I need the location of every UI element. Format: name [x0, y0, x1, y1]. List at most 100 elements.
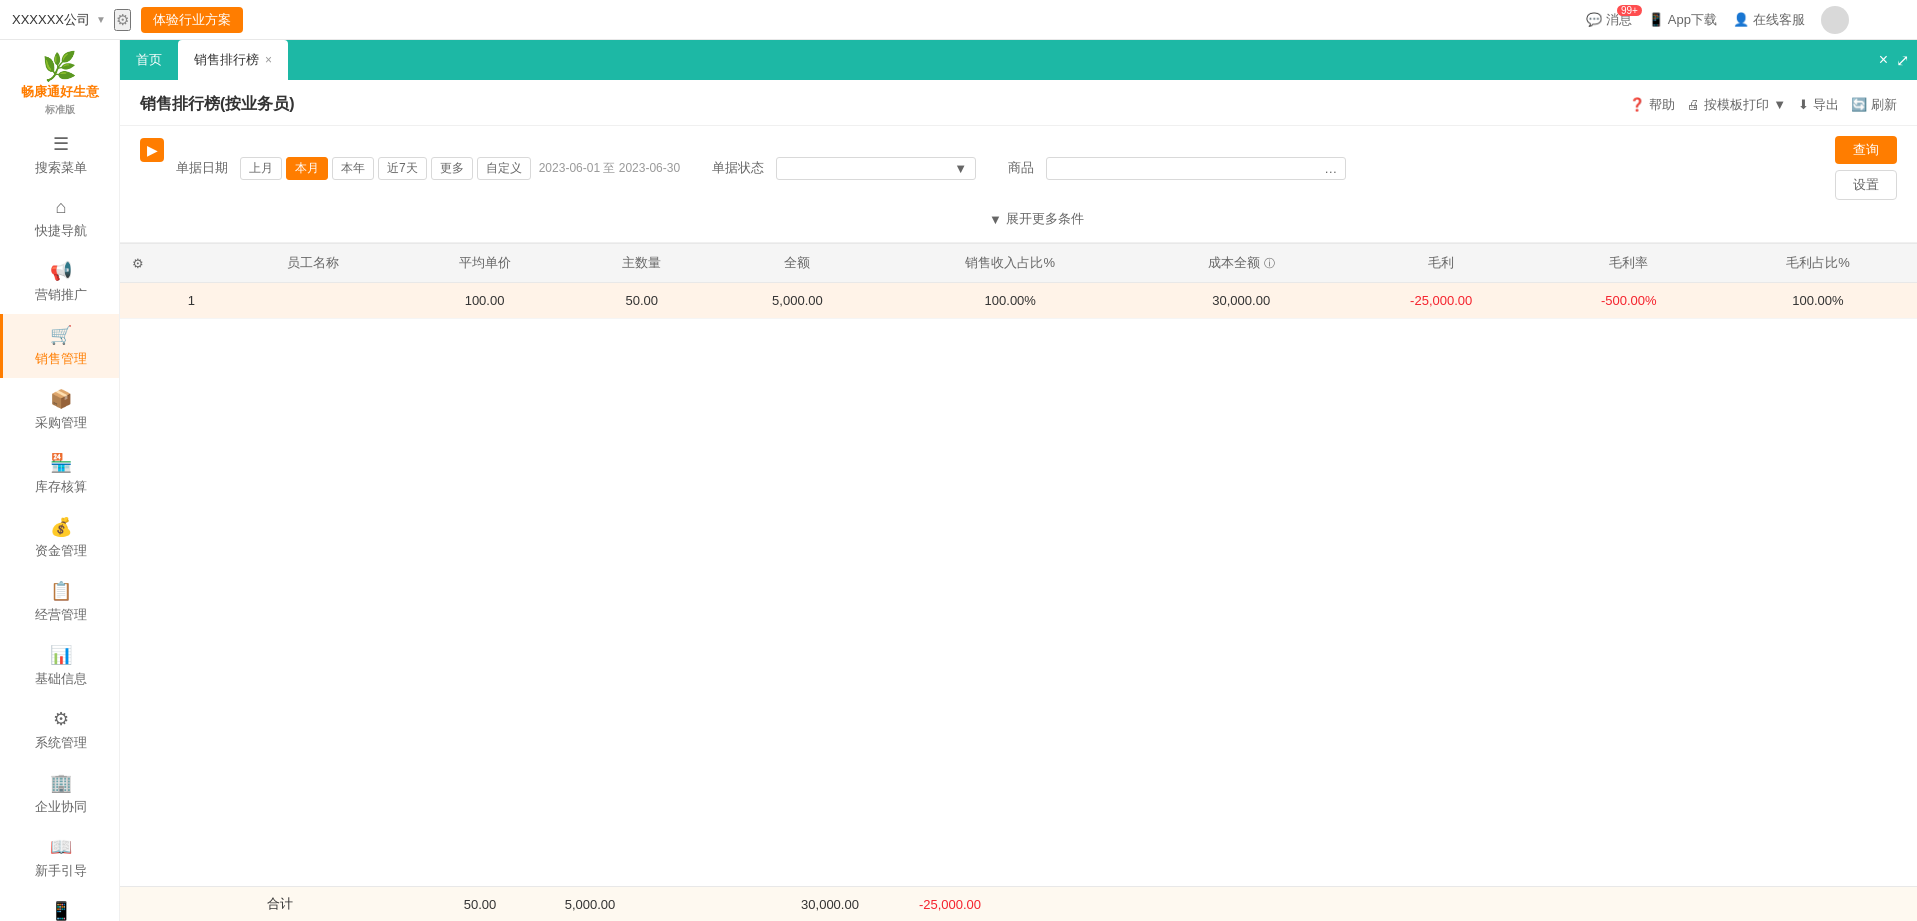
query-btn[interactable]: 查询 [1835, 136, 1897, 164]
print-label: 按模板打印 [1704, 96, 1769, 114]
tab-close-icon[interactable]: × [265, 53, 272, 67]
refresh-btn[interactable]: 🔄 刷新 [1851, 96, 1897, 114]
app-icon: 📱 [1648, 12, 1664, 27]
tab-home[interactable]: 首页 [120, 40, 178, 80]
sidebar-guide-label: 新手引导 [35, 862, 87, 880]
print-icon: 🖨 [1687, 97, 1700, 112]
page-header: 销售排行榜(按业务员) ❓ 帮助 🖨 按模板打印 ▼ ⬇ 导出 🔄 刷新 [120, 80, 1917, 126]
this-month-btn[interactable]: 本月 [286, 157, 328, 180]
shortcut-icon: ⌂ [56, 197, 67, 218]
company-name: XXXXXX公司 [12, 11, 90, 29]
sidebar-item-marketing[interactable]: 📢 营销推广 [0, 250, 119, 314]
col-settings-header[interactable]: ⚙ [120, 244, 156, 283]
sidebar-item-purchase[interactable]: 📦 采购管理 [0, 378, 119, 442]
tab-bar: 首页 销售排行榜 × × ⤢ [120, 40, 1917, 80]
window-expand-btn[interactable]: ⤢ [1896, 51, 1909, 70]
sidebar-marketing-label: 营销推广 [35, 286, 87, 304]
export-icon: ⬇ [1798, 97, 1809, 112]
sidebar-item-inventory[interactable]: 🏪 库存核算 [0, 442, 119, 506]
tab-sales-ranking-label: 销售排行榜 [194, 51, 259, 69]
row-settings-cell [120, 283, 156, 319]
row-avg-price-cell: 100.00 [399, 283, 571, 319]
recent7-btn[interactable]: 近7天 [378, 157, 427, 180]
sidebar-item-guide[interactable]: 📖 新手引导 [0, 826, 119, 890]
service-label: 在线客服 [1753, 11, 1805, 29]
row-profit-cell: -25,000.00 [1344, 283, 1539, 319]
row-rank-cell: 1 [156, 283, 227, 319]
last-month-btn[interactable]: 上月 [240, 157, 282, 180]
window-close-btn[interactable]: × [1879, 51, 1888, 69]
expand-down-icon: ▼ [989, 212, 1002, 227]
goods-select[interactable]: … [1046, 157, 1346, 180]
sidebar: 🌿 畅康通好生意 标准版 ☰ 搜索菜单 ⌂ 快捷导航 📢 营销推广 🛒 销售管理… [0, 40, 120, 921]
avatar[interactable] [1821, 6, 1849, 34]
company-dropdown-arrow: ▼ [96, 14, 106, 25]
col-cost-header: 成本全额 ⓘ [1139, 244, 1344, 283]
sidebar-item-operation[interactable]: 📋 经营管理 [0, 570, 119, 634]
date-filter-label: 单据日期 [176, 159, 228, 177]
apps-icon: 📱 [50, 900, 72, 921]
status-select[interactable]: ▼ [776, 157, 976, 180]
message-button[interactable]: 💬 消息 99+ [1586, 11, 1632, 29]
guide-icon: 📖 [50, 836, 72, 858]
filter-row-1: 单据日期 上月 本月 本年 近7天 更多 自定义 2023-06-01 至 20… [176, 136, 1897, 200]
row-profit-rate-cell: -500.00% [1539, 283, 1719, 319]
settings-table-btn[interactable]: 设置 [1835, 170, 1897, 200]
row-amount-cell: 5,000.00 [713, 283, 882, 319]
col-name-header: 员工名称 [227, 244, 399, 283]
sidebar-shortcut-label: 快捷导航 [35, 222, 87, 240]
col-profit-header: 毛利 [1344, 244, 1539, 283]
page-actions: ❓ 帮助 🖨 按模板打印 ▼ ⬇ 导出 🔄 刷新 [1629, 96, 1897, 114]
sidebar-item-search[interactable]: ☰ 搜索菜单 [0, 123, 119, 187]
table-wrapper: ⚙ 员工名称 平均单价 主数量 全额 销售收入占比% 成本全额 ⓘ 毛利 毛利率… [120, 243, 1917, 886]
sidebar-item-corp[interactable]: 🏢 企业协同 [0, 762, 119, 826]
filter-toggle-btn[interactable]: ▶ [140, 138, 164, 162]
trial-button[interactable]: 体验行业方案 [141, 7, 243, 33]
more-btn[interactable]: 更多 [431, 157, 473, 180]
row-sales-pct-cell: 100.00% [882, 283, 1139, 319]
company-selector[interactable]: XXXXXX公司 ▼ [12, 11, 106, 29]
settings-icon-btn[interactable]: ⚙ [114, 9, 131, 31]
filter-section: ▶ 单据日期 上月 本月 本年 近7天 更多 自定义 2023-06-01 至 … [140, 136, 1897, 232]
this-year-btn[interactable]: 本年 [332, 157, 374, 180]
footer-profit-cell: -25,000.00 [900, 897, 1000, 912]
system-icon: ⚙ [53, 708, 69, 730]
sales-icon: 🛒 [50, 324, 72, 346]
basic-icon: 📊 [50, 644, 72, 666]
sidebar-item-system[interactable]: ⚙ 系统管理 [0, 698, 119, 762]
status-dropdown-arrow: ▼ [954, 161, 967, 176]
refresh-icon: 🔄 [1851, 97, 1867, 112]
logo-text: 畅康通好生意 [21, 83, 99, 101]
sidebar-item-sales[interactable]: 🛒 销售管理 [0, 314, 119, 378]
row-cost-cell: 30,000.00 [1139, 283, 1344, 319]
sidebar-item-apps[interactable]: 📱 应用中心 [0, 890, 119, 921]
help-btn[interactable]: ❓ 帮助 [1629, 96, 1675, 114]
avatar-name [1865, 6, 1905, 34]
top-right-area: 💬 消息 99+ 📱 App下载 👤 在线客服 [1586, 6, 1905, 34]
sidebar-corp-label: 企业协同 [35, 798, 87, 816]
sidebar-system-label: 系统管理 [35, 734, 87, 752]
tab-sales-ranking[interactable]: 销售排行榜 × [178, 40, 288, 80]
sidebar-sales-label: 销售管理 [35, 350, 87, 368]
sidebar-purchase-label: 采购管理 [35, 414, 87, 432]
col-profit-rate-header: 毛利率 [1539, 244, 1719, 283]
app-download-btn[interactable]: 📱 App下载 [1648, 11, 1717, 29]
sidebar-basic-label: 基础信息 [35, 670, 87, 688]
print-dropdown-arrow: ▼ [1773, 97, 1786, 112]
row-name-cell [227, 283, 399, 319]
sidebar-item-finance[interactable]: 💰 资金管理 [0, 506, 119, 570]
cost-info-icon[interactable]: ⓘ [1264, 257, 1275, 269]
print-btn[interactable]: 🖨 按模板打印 ▼ [1687, 96, 1786, 114]
col-quantity-header: 主数量 [571, 244, 714, 283]
expand-more-btn[interactable]: ▼ 展开更多条件 [176, 206, 1897, 232]
custom-btn[interactable]: 自定义 [477, 157, 531, 180]
export-btn[interactable]: ⬇ 导出 [1798, 96, 1839, 114]
main-area: 首页 销售排行榜 × × ⤢ 销售排行榜(按业务员) ❓ 帮助 🖨 按模 [120, 40, 1917, 921]
corp-icon: 🏢 [50, 772, 72, 794]
sidebar-item-basic[interactable]: 📊 基础信息 [0, 634, 119, 698]
top-bar: XXXXXX公司 ▼ ⚙ 体验行业方案 💬 消息 99+ 📱 App下载 👤 在… [0, 0, 1917, 40]
online-service-btn[interactable]: 👤 在线客服 [1733, 11, 1805, 29]
sidebar-item-shortcut[interactable]: ⌂ 快捷导航 [0, 187, 119, 250]
goods-filter-label: 商品 [1008, 159, 1034, 177]
col-rank-header [156, 244, 227, 283]
